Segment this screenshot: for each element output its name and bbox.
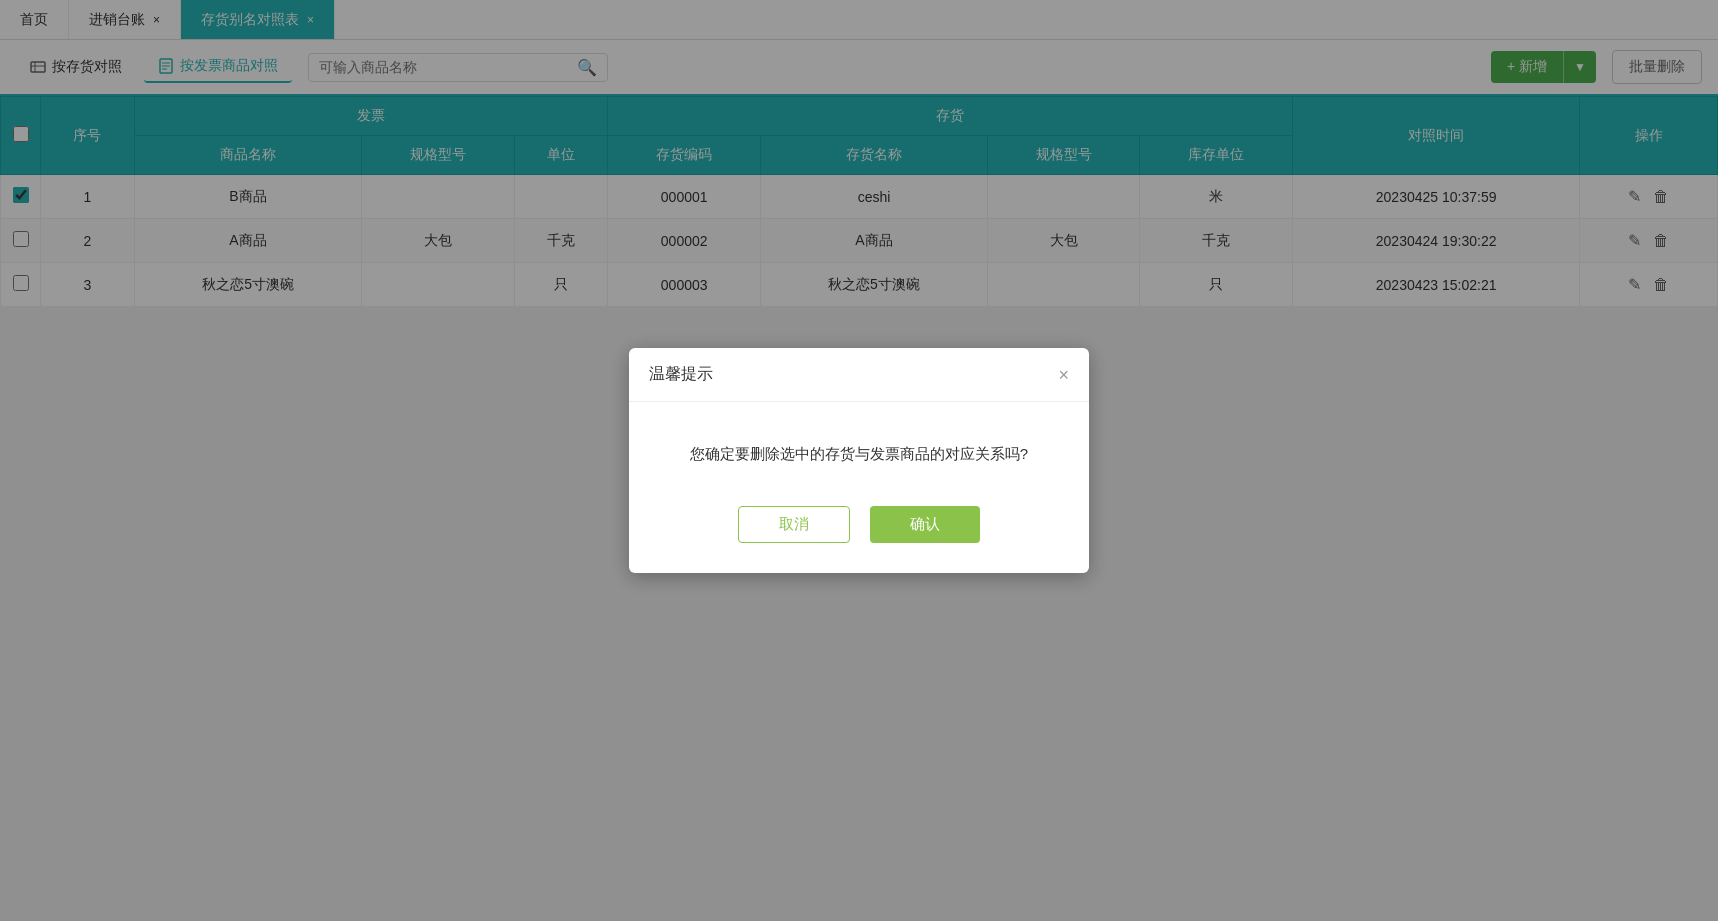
dialog-overlay: 温馨提示 × 您确定要删除选中的存货与发票商品的对应关系吗? 取消 确认 — [0, 0, 1718, 307]
